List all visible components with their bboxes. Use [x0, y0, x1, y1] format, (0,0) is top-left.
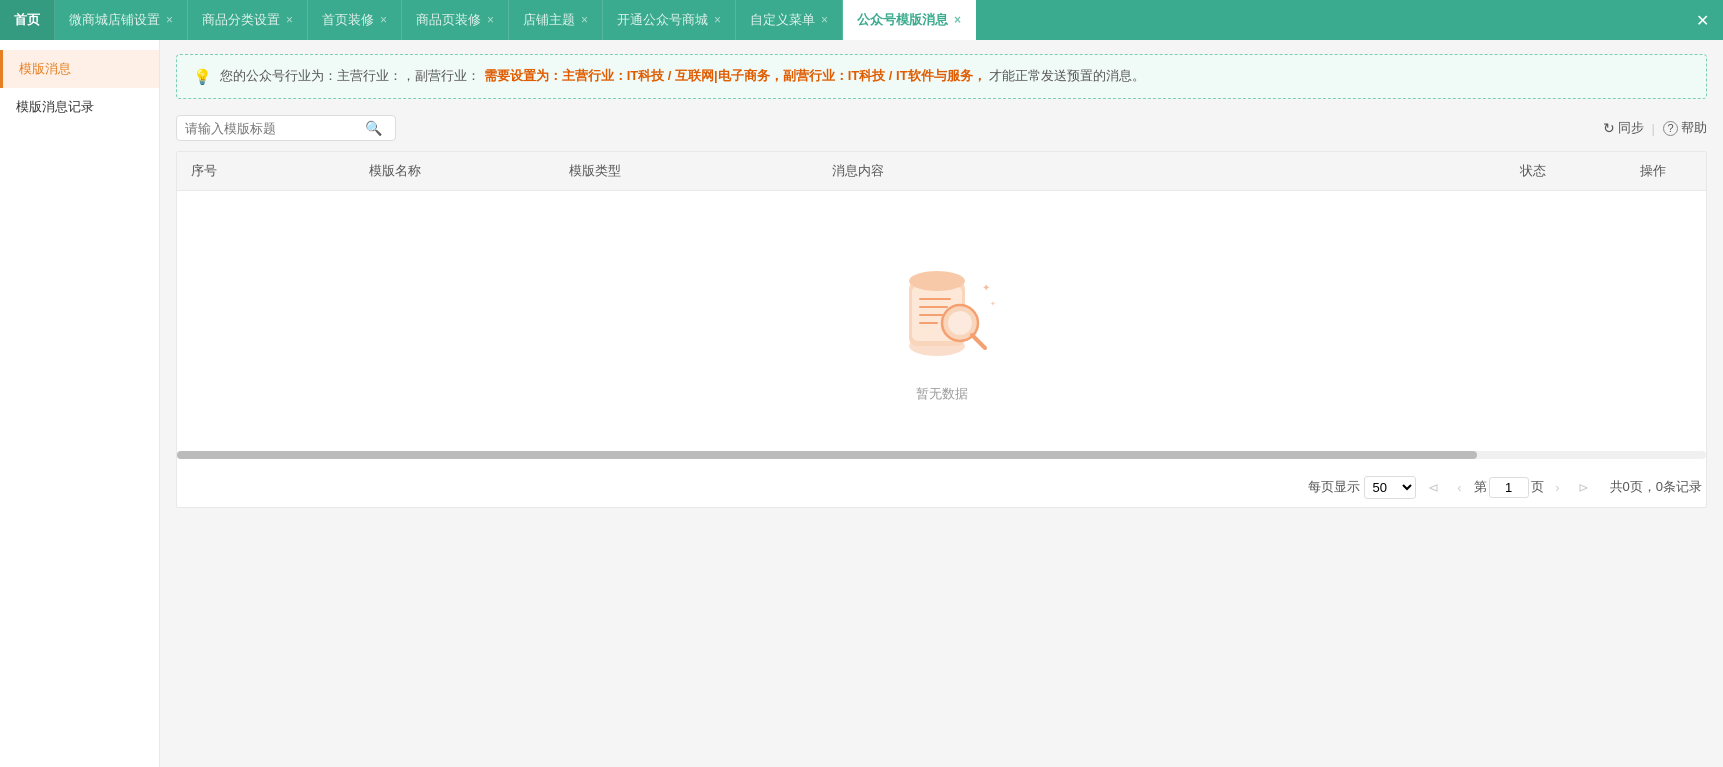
- col-header-content: 消息内容: [818, 152, 1506, 191]
- svg-point-3: [909, 271, 965, 291]
- empty-text: 暂无数据: [916, 385, 968, 403]
- tab-template-message-label: 公众号模版消息: [857, 11, 948, 29]
- tab-category-settings-label: 商品分类设置: [202, 11, 280, 29]
- help-icon: ?: [1663, 121, 1678, 136]
- help-button[interactable]: ? 帮助: [1663, 119, 1707, 137]
- page-size-select: 每页显示 50 10 20 100: [1308, 476, 1416, 499]
- sidebar: 模版消息 模版消息记录: [0, 40, 160, 767]
- tab-custom-menu-close[interactable]: ×: [821, 13, 828, 27]
- page-unit: 页: [1531, 478, 1544, 496]
- next-page-button[interactable]: ›: [1546, 475, 1570, 499]
- svg-line-10: [972, 335, 985, 348]
- empty-state: ✦ ✦ 暂无数据: [177, 191, 1706, 443]
- page-label: 第: [1474, 478, 1487, 496]
- horizontal-scrollbar[interactable]: [177, 451, 1706, 459]
- tab-bar: 首页 微商城店铺设置 × 商品分类设置 × 首页装修 × 商品页装修 × 店铺主…: [0, 0, 1723, 40]
- tab-category-settings[interactable]: 商品分类设置 ×: [188, 0, 308, 40]
- col-header-action: 操作: [1626, 152, 1706, 191]
- empty-row: ✦ ✦ 暂无数据: [177, 191, 1706, 444]
- table-body: ✦ ✦ 暂无数据: [177, 191, 1706, 444]
- total-text: 共0页，0条记录: [1610, 478, 1702, 496]
- tab-shop-theme-close[interactable]: ×: [581, 13, 588, 27]
- last-page-button[interactable]: ⊳: [1572, 475, 1596, 499]
- scrollbar-thumb[interactable]: [177, 451, 1477, 459]
- notice-text: 您的公众号行业为：主营行业：，副营行业： 需要设置为：主营行业：IT科技 / 互…: [220, 67, 1145, 85]
- tab-template-message[interactable]: 公众号模版消息 ×: [843, 0, 976, 40]
- tab-bar-close-all[interactable]: ✕: [1682, 0, 1723, 40]
- search-box: 🔍: [176, 115, 396, 141]
- tab-custom-menu[interactable]: 自定义菜单 ×: [736, 0, 843, 40]
- tab-product-decoration[interactable]: 商品页装修 ×: [402, 0, 509, 40]
- svg-point-9: [948, 311, 972, 335]
- tab-open-mall-close[interactable]: ×: [714, 13, 721, 27]
- tab-store-settings-close[interactable]: ×: [166, 13, 173, 27]
- col-header-seq: 序号: [177, 152, 355, 191]
- page-nav: ⊲ ‹ 第 页 › ⊳: [1422, 475, 1596, 499]
- tab-store-settings[interactable]: 微商城店铺设置 ×: [55, 0, 188, 40]
- sync-label: 同步: [1618, 119, 1644, 137]
- col-header-name: 模版名称: [355, 152, 555, 191]
- sidebar-item-template-message[interactable]: 模版消息: [0, 50, 159, 88]
- main-layout: 模版消息 模版消息记录 💡 您的公众号行业为：主营行业：，副营行业： 需要设置为…: [0, 40, 1723, 767]
- notice-text2: 才能正常发送预置的消息。: [989, 68, 1145, 83]
- per-page-dropdown[interactable]: 50 10 20 100: [1364, 476, 1416, 499]
- first-page-button[interactable]: ⊲: [1422, 475, 1446, 499]
- table-header-row: 序号 模版名称 模版类型 消息内容 状态: [177, 152, 1706, 191]
- notice-icon: 💡: [193, 68, 212, 86]
- col-header-type: 模版类型: [555, 152, 818, 191]
- data-table-container: 序号 模版名称 模版类型 消息内容 状态: [176, 151, 1707, 508]
- tab-custom-menu-label: 自定义菜单: [750, 11, 815, 29]
- tab-home[interactable]: 首页: [0, 0, 55, 40]
- per-page-label: 每页显示: [1308, 478, 1360, 496]
- tab-template-message-close[interactable]: ×: [954, 13, 961, 27]
- data-table: 序号 模版名称 模版类型 消息内容 状态: [177, 152, 1706, 443]
- tab-home-label: 首页: [14, 11, 40, 29]
- notice-highlight: 需要设置为：主营行业：IT科技 / 互联网|电子商务，副营行业：IT科技 / I…: [484, 68, 986, 83]
- sidebar-item-template-record[interactable]: 模版消息记录: [0, 88, 159, 126]
- tab-homepage-decoration-label: 首页装修: [322, 11, 374, 29]
- toolbar-right: ↻ 同步 | ? 帮助: [1603, 119, 1707, 137]
- content-area: 💡 您的公众号行业为：主营行业：，副营行业： 需要设置为：主营行业：IT科技 /…: [160, 40, 1723, 767]
- search-icon[interactable]: 🔍: [365, 120, 382, 136]
- sync-icon: ↻: [1603, 120, 1615, 136]
- svg-text:✦: ✦: [990, 300, 996, 307]
- search-input[interactable]: [185, 121, 365, 136]
- prev-page-button[interactable]: ‹: [1448, 475, 1472, 499]
- col-header-status: 状态: [1506, 152, 1626, 191]
- toolbar-divider: |: [1652, 121, 1655, 136]
- tab-homepage-decoration-close[interactable]: ×: [380, 13, 387, 27]
- sync-button[interactable]: ↻ 同步: [1603, 119, 1644, 137]
- tab-shop-theme[interactable]: 店铺主题 ×: [509, 0, 603, 40]
- svg-text:✦: ✦: [982, 282, 990, 293]
- pagination: 每页显示 50 10 20 100 ⊲ ‹ 第 页 › ⊳: [177, 467, 1706, 507]
- tab-open-mall[interactable]: 开通公众号商城 ×: [603, 0, 736, 40]
- notice-box: 💡 您的公众号行业为：主营行业：，副营行业： 需要设置为：主营行业：IT科技 /…: [176, 54, 1707, 99]
- help-label: 帮助: [1681, 119, 1707, 137]
- tab-category-settings-close[interactable]: ×: [286, 13, 293, 27]
- page-number-input[interactable]: [1489, 477, 1529, 498]
- tab-shop-theme-label: 店铺主题: [523, 11, 575, 29]
- tab-store-settings-label: 微商城店铺设置: [69, 11, 160, 29]
- toolbar: 🔍 ↻ 同步 | ? 帮助: [176, 115, 1707, 141]
- tab-product-decoration-close[interactable]: ×: [487, 13, 494, 27]
- empty-illustration: ✦ ✦: [882, 251, 1002, 371]
- tab-open-mall-label: 开通公众号商城: [617, 11, 708, 29]
- sidebar-item-template-record-label: 模版消息记录: [16, 99, 94, 114]
- tab-product-decoration-label: 商品页装修: [416, 11, 481, 29]
- notice-text1: 您的公众号行业为：主营行业：，副营行业：: [220, 68, 480, 83]
- tab-homepage-decoration[interactable]: 首页装修 ×: [308, 0, 402, 40]
- sidebar-item-template-message-label: 模版消息: [19, 61, 71, 76]
